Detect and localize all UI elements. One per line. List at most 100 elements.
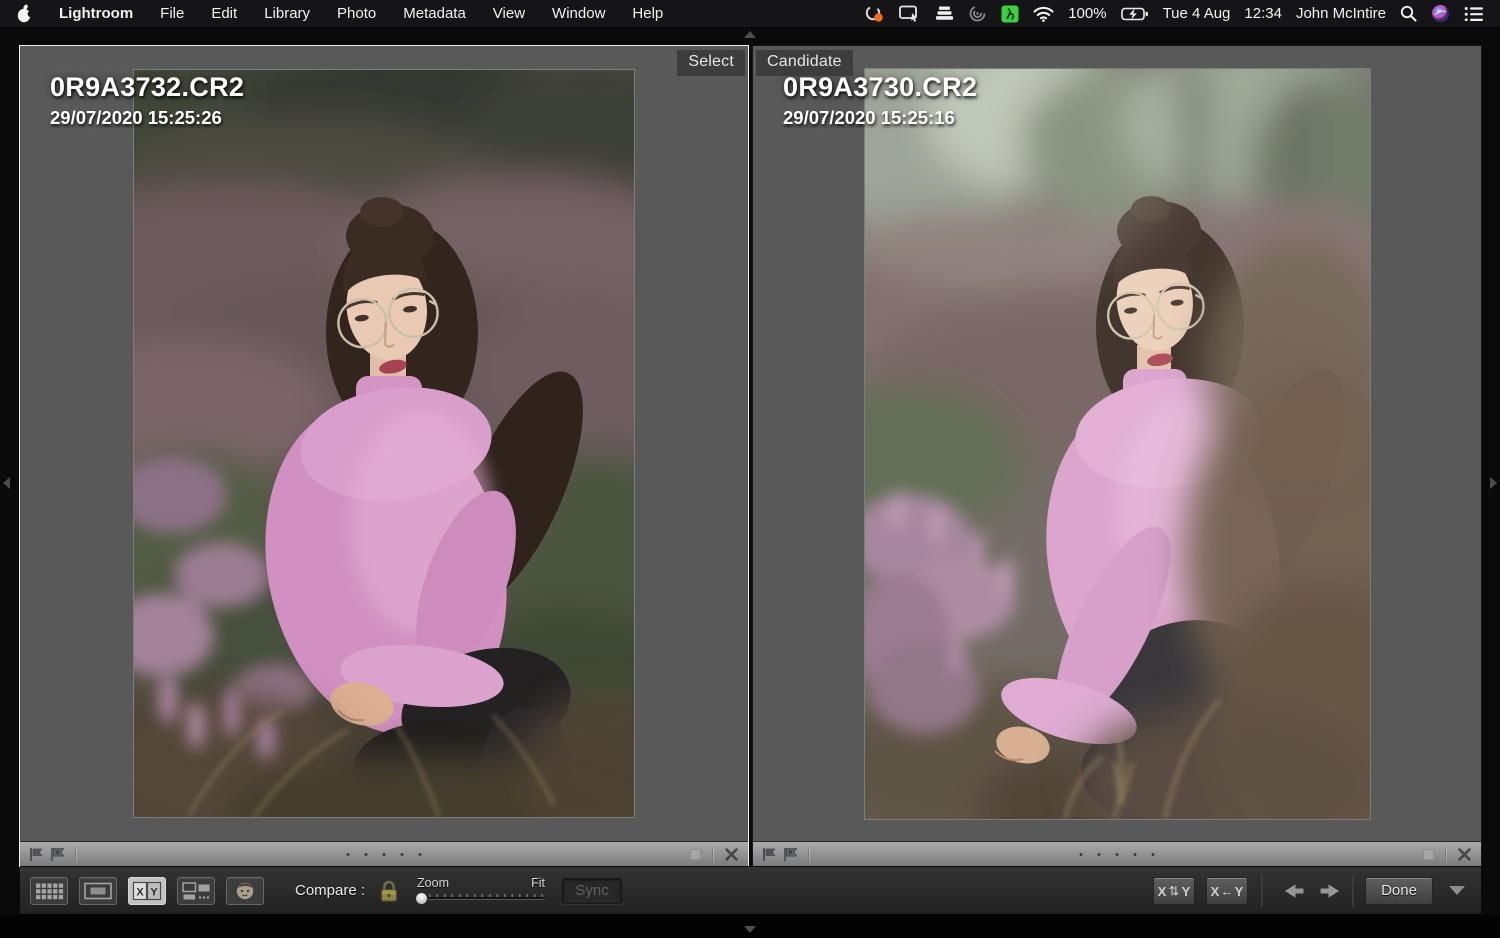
rating-dot[interactable] bbox=[1116, 853, 1119, 856]
toolbar-divider bbox=[712, 847, 713, 862]
svg-text:Y: Y bbox=[1182, 884, 1191, 899]
rating-dot[interactable] bbox=[1134, 853, 1137, 856]
toolbar-divider bbox=[1261, 875, 1262, 907]
select-photo[interactable] bbox=[134, 70, 634, 817]
rating-dot[interactable] bbox=[383, 853, 386, 856]
svg-text:⇅: ⇅ bbox=[1169, 883, 1180, 898]
rating-dot[interactable] bbox=[401, 853, 404, 856]
slider-ticks bbox=[429, 894, 544, 897]
stacked-trays-icon[interactable] bbox=[935, 6, 954, 21]
pick-flag-icon[interactable] bbox=[762, 847, 778, 862]
people-view-icon bbox=[230, 881, 260, 901]
slider-line bbox=[417, 897, 545, 899]
menu-file[interactable]: File bbox=[160, 5, 184, 22]
candidate-photo-area bbox=[753, 46, 1481, 841]
menu-bar: Lightroom File Edit Library Photo Metada… bbox=[0, 0, 1500, 28]
fit-label[interactable]: Fit bbox=[531, 876, 545, 890]
fast-user-switch[interactable]: John McIntire bbox=[1296, 5, 1386, 22]
svg-text:Y: Y bbox=[150, 886, 158, 898]
arrow-left-icon bbox=[1280, 882, 1306, 900]
menu-date[interactable]: Tue 4 Aug bbox=[1163, 5, 1231, 22]
right-panel-reveal-icon[interactable] bbox=[1490, 477, 1497, 489]
svg-text:X: X bbox=[1158, 884, 1167, 899]
sidecar-touch-icon[interactable] bbox=[899, 5, 921, 22]
compare-view-icon: X Y bbox=[132, 881, 162, 901]
toolbar-divider bbox=[75, 847, 76, 862]
select-flags bbox=[29, 847, 66, 862]
previous-photo-button[interactable] bbox=[1280, 882, 1306, 900]
make-select-button[interactable]: X ← Y bbox=[1206, 877, 1248, 905]
loupe-view-icon bbox=[83, 881, 113, 901]
spiral-icon[interactable] bbox=[968, 4, 987, 23]
survey-view-icon bbox=[181, 881, 211, 901]
select-photo-area bbox=[20, 46, 748, 841]
candidate-photo[interactable] bbox=[865, 69, 1370, 819]
deselect-photo-icon[interactable] bbox=[724, 847, 739, 862]
compare-view-button[interactable]: X Y bbox=[128, 877, 166, 905]
siri-icon[interactable] bbox=[1431, 4, 1450, 23]
spotlight-search-icon[interactable] bbox=[1400, 5, 1417, 22]
focus-lock-icon[interactable] bbox=[379, 879, 399, 902]
zoom-slider-group: Zoom Fit bbox=[415, 876, 547, 905]
thumbnail-toggle[interactable] bbox=[690, 849, 701, 860]
battery-percentage[interactable]: 100% bbox=[1068, 5, 1106, 22]
menu-bar-left: Lightroom File Edit Library Photo Metada… bbox=[16, 4, 663, 23]
apple-menu-icon[interactable] bbox=[16, 4, 32, 23]
menu-view[interactable]: View bbox=[493, 5, 525, 22]
bottom-panel-reveal-icon[interactable] bbox=[744, 926, 756, 933]
grid-view-icon bbox=[34, 881, 64, 901]
select-photo-toolbar bbox=[20, 841, 748, 866]
lightroom-compare-screen: Lightroom File Edit Library Photo Metada… bbox=[0, 0, 1500, 938]
menu-photo[interactable]: Photo bbox=[337, 5, 376, 22]
deselect-photo-icon[interactable] bbox=[1457, 847, 1472, 862]
pick-flag-icon[interactable] bbox=[29, 847, 45, 862]
compare-panes: Select 0R9A3732.CR2 29/07/2020 15:25:26 bbox=[20, 46, 1481, 866]
bottom-toolbar: X Y Compare : bbox=[20, 866, 1481, 915]
sync-status-icon[interactable] bbox=[864, 4, 885, 23]
green-app-icon[interactable] bbox=[1001, 5, 1019, 23]
left-panel-reveal-icon[interactable] bbox=[3, 477, 10, 489]
rating-dot[interactable] bbox=[365, 853, 368, 856]
menu-app-name[interactable]: Lightroom bbox=[59, 5, 133, 22]
reject-flag-icon[interactable] bbox=[783, 847, 799, 862]
zoom-label: Zoom bbox=[417, 876, 449, 890]
sync-button[interactable]: Sync bbox=[562, 878, 622, 904]
rating-dot[interactable] bbox=[1098, 853, 1101, 856]
zoom-slider-thumb[interactable] bbox=[415, 892, 428, 905]
menu-time[interactable]: 12:34 bbox=[1244, 5, 1282, 22]
workspace: Select 0R9A3732.CR2 29/07/2020 15:25:26 bbox=[0, 28, 1500, 938]
menu-window[interactable]: Window bbox=[552, 5, 605, 22]
menu-edit[interactable]: Edit bbox=[211, 5, 237, 22]
people-view-button[interactable] bbox=[226, 877, 264, 905]
reject-flag-icon[interactable] bbox=[50, 847, 66, 862]
done-button[interactable]: Done bbox=[1365, 877, 1433, 905]
loupe-view-button[interactable] bbox=[79, 877, 117, 905]
menu-metadata[interactable]: Metadata bbox=[403, 5, 466, 22]
top-panel-reveal-icon[interactable] bbox=[744, 31, 756, 38]
toolbar-options-button[interactable] bbox=[1449, 886, 1465, 895]
svg-text:X: X bbox=[1211, 884, 1220, 899]
thumbnail-toggle[interactable] bbox=[1423, 849, 1434, 860]
make-select-icon: X ← Y bbox=[1209, 881, 1245, 901]
swap-select-candidate-button[interactable]: X ⇅ Y bbox=[1153, 877, 1195, 905]
zoom-slider-track[interactable] bbox=[415, 891, 547, 905]
menu-library[interactable]: Library bbox=[264, 5, 310, 22]
survey-view-button[interactable] bbox=[177, 877, 215, 905]
rating-dot[interactable] bbox=[1080, 853, 1083, 856]
battery-charging-icon[interactable] bbox=[1121, 7, 1149, 21]
rating-dot[interactable] bbox=[419, 853, 422, 856]
notification-center-icon[interactable] bbox=[1464, 6, 1484, 21]
grid-view-button[interactable] bbox=[30, 877, 68, 905]
menu-help[interactable]: Help bbox=[632, 5, 663, 22]
chevron-down-icon bbox=[1449, 886, 1465, 895]
wifi-icon[interactable] bbox=[1033, 6, 1054, 22]
candidate-rating-dots bbox=[1080, 853, 1155, 856]
rating-dot[interactable] bbox=[1152, 853, 1155, 856]
candidate-badge: Candidate bbox=[756, 50, 853, 76]
next-photo-button[interactable] bbox=[1318, 882, 1344, 900]
rating-dot[interactable] bbox=[347, 853, 350, 856]
arrow-right-icon bbox=[1318, 882, 1344, 900]
candidate-pane[interactable]: Candidate 0R9A3730.CR2 29/07/2020 15:25:… bbox=[753, 46, 1481, 866]
select-pane[interactable]: Select 0R9A3732.CR2 29/07/2020 15:25:26 bbox=[20, 46, 748, 866]
candidate-photo-image bbox=[865, 69, 1370, 819]
